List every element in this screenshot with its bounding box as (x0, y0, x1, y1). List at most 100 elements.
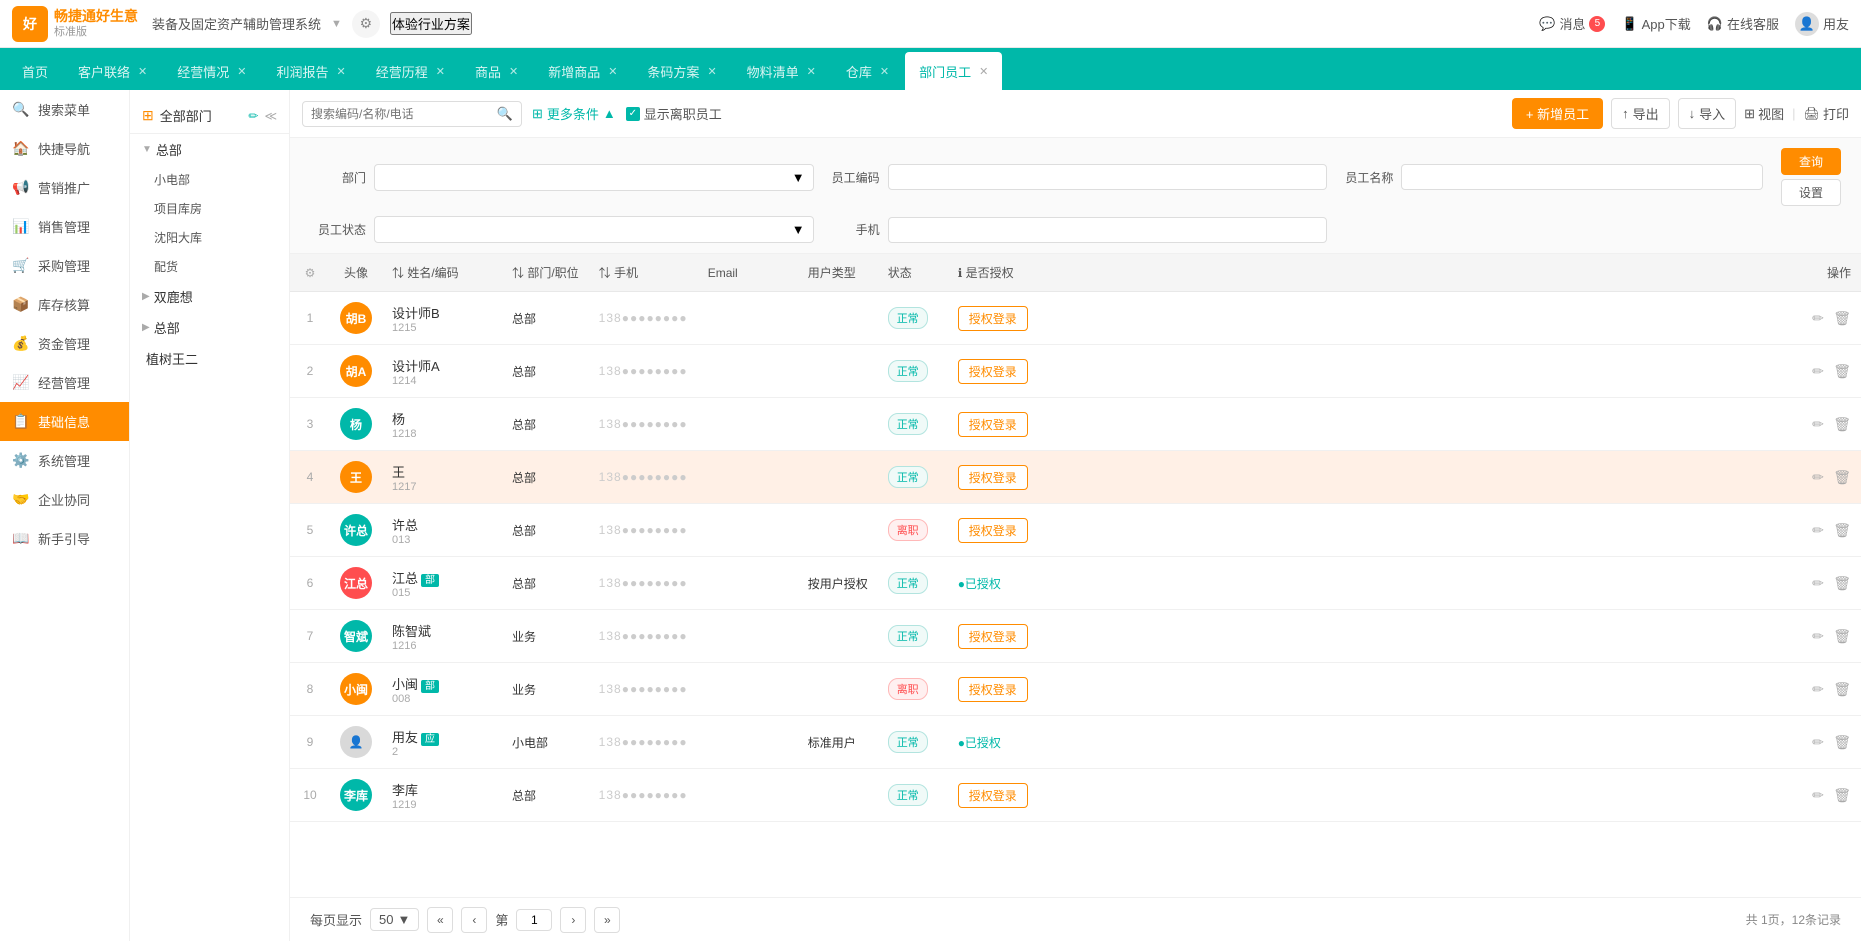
nav-tab-物料清单[interactable]: 物料清单✕ (733, 52, 830, 90)
sidebar-item-企业协同[interactable]: 🤝企业协同 (0, 480, 129, 519)
sidebar-item-系统管理[interactable]: ⚙️系统管理 (0, 441, 129, 480)
edit-icon[interactable]: ✏ (1812, 363, 1824, 379)
edit-icon[interactable]: ✏ (1812, 575, 1824, 591)
col-phone-header[interactable]: ⇅ 手机 (589, 254, 698, 292)
search-input-wrap[interactable]: 🔍 (302, 101, 522, 127)
more-conditions-btn[interactable]: ⊞ 更多条件 ▲ (532, 104, 616, 123)
export-btn[interactable]: ↑ 导出 (1611, 98, 1670, 129)
view-btn[interactable]: ⊞ 视图 (1744, 104, 1784, 123)
emp-name-input[interactable] (1401, 164, 1763, 190)
sidebar-item-搜索菜单[interactable]: 🔍搜索菜单 (0, 90, 129, 129)
close-tab-icon[interactable]: ✕ (237, 65, 246, 78)
close-tab-icon[interactable]: ✕ (608, 65, 617, 78)
delete-icon[interactable]: 🗑 (1833, 469, 1851, 485)
auth-btn[interactable]: 授权登录 (958, 465, 1028, 490)
dept-item-peihuo[interactable]: 配货 (130, 252, 289, 281)
per-page-select[interactable]: 50 ▼ (370, 908, 419, 931)
delete-icon[interactable]: 🗑 (1833, 310, 1851, 326)
nav-tab-经营情况[interactable]: 经营情况✕ (163, 52, 260, 90)
nav-tab-利润报告[interactable]: 利润报告✕ (262, 52, 359, 90)
edit-icon[interactable]: ✏ (1812, 681, 1824, 697)
edit-icon[interactable]: ✏ (1812, 469, 1824, 485)
import-btn[interactable]: ↓ 导入 (1678, 98, 1737, 129)
last-page-btn[interactable]: » (594, 907, 620, 933)
sidebar-item-快捷导航[interactable]: 🏠快捷导航 (0, 129, 129, 168)
nav-tab-部门员工[interactable]: 部门员工✕ (905, 52, 1002, 90)
col-auth-header[interactable]: ℹ 是否授权 (948, 254, 1068, 292)
query-btn[interactable]: 查询 (1781, 148, 1841, 175)
close-tab-icon[interactable]: ✕ (707, 65, 716, 78)
auth-btn[interactable]: 授权登录 (958, 359, 1028, 384)
first-page-btn[interactable]: « (427, 907, 453, 933)
message-btn[interactable]: 💬 消息 5 (1539, 14, 1605, 33)
delete-icon[interactable]: 🗑 (1833, 575, 1851, 591)
sidebar-item-基础信息[interactable]: 📋基础信息 (0, 402, 129, 441)
col-settings[interactable]: ⚙ (290, 254, 330, 292)
delete-icon[interactable]: 🗑 (1833, 522, 1851, 538)
dept-group-zongbu2[interactable]: ▶ 总部 (130, 312, 289, 343)
dept-item-shenyangdaku[interactable]: 沈阳大库 (130, 223, 289, 252)
col-name-header[interactable]: ⇅ 姓名/编码 (382, 254, 502, 292)
auth-btn[interactable]: 授权登录 (958, 783, 1028, 808)
sidebar-item-经营管理[interactable]: 📈经营管理 (0, 363, 129, 402)
phone-input[interactable] (888, 217, 1328, 243)
nav-tab-新增商品[interactable]: 新增商品✕ (534, 52, 631, 90)
sidebar-item-库存核算[interactable]: 📦库存核算 (0, 285, 129, 324)
add-employee-btn[interactable]: + 新增员工 (1512, 98, 1603, 129)
print-btn[interactable]: 🖨 打印 (1803, 104, 1849, 123)
auth-btn[interactable]: 授权登录 (958, 306, 1028, 331)
sidebar-item-营销推广[interactable]: 📢营销推广 (0, 168, 129, 207)
dept-group-zhishu[interactable]: 植树王二 (130, 343, 289, 374)
delete-icon[interactable]: 🗑 (1833, 416, 1851, 432)
nav-tab-条码方案[interactable]: 条码方案✕ (633, 52, 730, 90)
edit-icon[interactable]: ✏ (1812, 734, 1824, 750)
delete-icon[interactable]: 🗑 (1833, 681, 1851, 697)
auth-btn[interactable]: 授权登录 (958, 518, 1028, 543)
close-tab-icon[interactable]: ✕ (509, 65, 518, 78)
online-service-btn[interactable]: 🎧 在线客服 (1707, 14, 1779, 33)
col-dept-header[interactable]: ⇅ 部门/职位 (502, 254, 589, 292)
sidebar-item-采购管理[interactable]: 🛒采购管理 (0, 246, 129, 285)
sidebar-item-新手引导[interactable]: 📖新手引导 (0, 519, 129, 558)
edit-icon[interactable]: ✏ (1812, 628, 1824, 644)
dept-group-shuanglu[interactable]: ▶ 双鹿想 (130, 281, 289, 312)
user-avatar-area[interactable]: 👤 用友 (1795, 12, 1849, 36)
dept-item-xiaodianbu[interactable]: 小电部 (130, 165, 289, 194)
dept-select[interactable]: ▼ (374, 164, 814, 191)
nav-tab-首页[interactable]: 首页 (8, 52, 62, 90)
auth-btn[interactable]: 授权登录 (958, 677, 1028, 702)
show-resigned-toggle[interactable]: ✓ 显示离职员工 (626, 104, 722, 123)
emp-code-input[interactable] (888, 164, 1328, 190)
close-tab-icon[interactable]: ✕ (807, 65, 816, 78)
sidebar-item-销售管理[interactable]: 📊销售管理 (0, 207, 129, 246)
close-tab-icon[interactable]: ✕ (979, 65, 988, 78)
dept-item-xiangmukufang[interactable]: 项目库房 (130, 194, 289, 223)
app-download-btn[interactable]: 📱 App下载 (1621, 14, 1690, 33)
dept-edit-icon[interactable]: ✏ (248, 109, 258, 123)
reset-btn[interactable]: 设置 (1781, 179, 1841, 206)
sidebar-item-资金管理[interactable]: 💰资金管理 (0, 324, 129, 363)
delete-icon[interactable]: 🗑 (1833, 363, 1851, 379)
settings-icon[interactable]: ⚙ (352, 10, 380, 38)
dropdown-arrow-icon[interactable]: ▼ (331, 18, 342, 30)
try-btn[interactable]: 体验行业方案 (390, 12, 472, 35)
delete-icon[interactable]: 🗑 (1833, 787, 1851, 803)
close-tab-icon[interactable]: ✕ (337, 65, 346, 78)
close-tab-icon[interactable]: ✕ (880, 65, 889, 78)
next-page-btn[interactable]: › (560, 907, 586, 933)
dept-group-zongbu[interactable]: ▼ 总部 (130, 134, 289, 165)
nav-tab-客户联络[interactable]: 客户联络✕ (64, 52, 161, 90)
nav-tab-经营历程[interactable]: 经营历程✕ (362, 52, 459, 90)
nav-tab-仓库[interactable]: 仓库✕ (832, 52, 903, 90)
prev-page-btn[interactable]: ‹ (461, 907, 487, 933)
edit-icon[interactable]: ✏ (1812, 310, 1824, 326)
close-tab-icon[interactable]: ✕ (436, 65, 445, 78)
auth-btn[interactable]: 授权登录 (958, 624, 1028, 649)
edit-icon[interactable]: ✏ (1812, 416, 1824, 432)
delete-icon[interactable]: 🗑 (1833, 734, 1851, 750)
edit-icon[interactable]: ✏ (1812, 787, 1824, 803)
dept-collapse-icon[interactable]: ≪ (264, 109, 277, 123)
search-input[interactable] (311, 107, 493, 121)
current-page-input[interactable] (516, 909, 552, 931)
delete-icon[interactable]: 🗑 (1833, 628, 1851, 644)
